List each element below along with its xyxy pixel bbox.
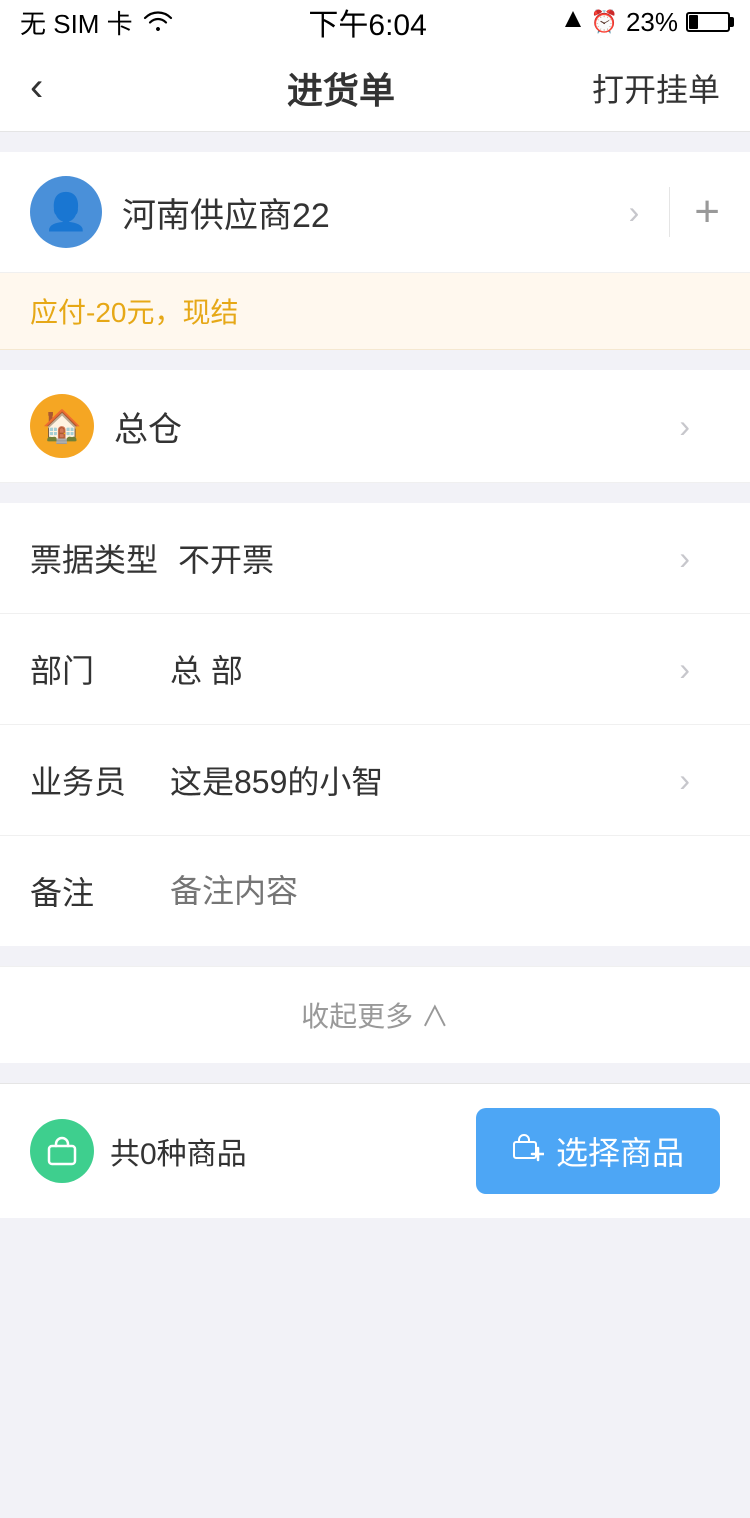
carrier-text: 无 SIM 卡 bbox=[20, 4, 133, 41]
person-icon: 👤 bbox=[44, 191, 89, 233]
warehouse-row[interactable]: 🏠 总仓 › bbox=[0, 370, 750, 483]
remark-label: 备注 bbox=[30, 868, 150, 914]
select-product-icon bbox=[512, 1134, 544, 1169]
status-bar: 无 SIM 卡 下午6:04 ⏰ 23% bbox=[0, 0, 750, 44]
battery-icon bbox=[686, 12, 730, 32]
section-divider bbox=[0, 132, 750, 152]
add-button[interactable]: + bbox=[694, 190, 720, 234]
status-left: 无 SIM 卡 bbox=[20, 4, 173, 41]
supplier-section: 👤 河南供应商22 › + 应付-20元，现结 bbox=[0, 152, 750, 350]
chevron-right-icon: › bbox=[679, 540, 690, 577]
notice-banner: 应付-20元，现结 bbox=[0, 273, 750, 350]
product-count-text: 共0种商品 bbox=[110, 1129, 247, 1173]
status-time: 下午6:04 bbox=[308, 0, 426, 44]
select-product-label: 选择商品 bbox=[556, 1128, 684, 1174]
page-background bbox=[0, 1218, 750, 1518]
chevron-right-icon: › bbox=[679, 762, 690, 799]
department-label: 部门 bbox=[30, 646, 150, 692]
warehouse-icon: 🏠 bbox=[30, 394, 94, 458]
warehouse-name: 总仓 bbox=[114, 402, 679, 451]
wifi-icon bbox=[143, 7, 173, 38]
collapse-label: 收起更多 ∧ bbox=[301, 995, 449, 1035]
remark-input[interactable] bbox=[150, 873, 720, 910]
chevron-right-icon: › bbox=[629, 194, 640, 231]
select-product-button[interactable]: 选择商品 bbox=[476, 1108, 720, 1194]
supplier-name: 河南供应商22 bbox=[122, 188, 629, 237]
remark-row[interactable]: 备注 bbox=[0, 836, 750, 946]
supplier-row[interactable]: 👤 河南供应商22 › + bbox=[0, 152, 750, 273]
page-title: 进货单 bbox=[287, 62, 395, 114]
bag-icon bbox=[30, 1119, 94, 1183]
open-pending-button[interactable]: 打开挂单 bbox=[592, 65, 720, 111]
bottom-bar: 共0种商品 选择商品 bbox=[0, 1083, 750, 1218]
collapse-row[interactable]: 收起更多 ∧ bbox=[0, 966, 750, 1063]
back-button[interactable]: ‹ bbox=[30, 65, 90, 110]
product-count-area: 共0种商品 bbox=[30, 1119, 247, 1183]
status-right: ⏰ 23% bbox=[563, 7, 730, 38]
salesperson-value: 这是859的小智 bbox=[150, 757, 679, 803]
salesperson-label: 业务员 bbox=[30, 757, 150, 803]
invoice-type-value: 不开票 bbox=[158, 535, 679, 581]
department-row[interactable]: 部门 总 部 › bbox=[0, 614, 750, 725]
invoice-type-row[interactable]: 票据类型 不开票 › bbox=[0, 503, 750, 614]
chevron-right-icon: › bbox=[679, 408, 690, 445]
notice-text: 应付-20元，现结 bbox=[30, 297, 238, 328]
form-section: 票据类型 不开票 › 部门 总 部 › 业务员 这是859的小智 › 备注 bbox=[0, 503, 750, 946]
invoice-type-label: 票据类型 bbox=[30, 535, 158, 581]
department-value: 总 部 bbox=[150, 646, 679, 692]
battery-text: 23% bbox=[626, 7, 678, 38]
salesperson-row[interactable]: 业务员 这是859的小智 › bbox=[0, 725, 750, 836]
chevron-right-icon: › bbox=[679, 651, 690, 688]
avatar: 👤 bbox=[30, 176, 102, 248]
vertical-divider bbox=[669, 187, 670, 237]
nav-bar: ‹ 进货单 打开挂单 bbox=[0, 44, 750, 132]
alarm-icon: ⏰ bbox=[591, 9, 618, 35]
location-icon bbox=[563, 7, 583, 38]
